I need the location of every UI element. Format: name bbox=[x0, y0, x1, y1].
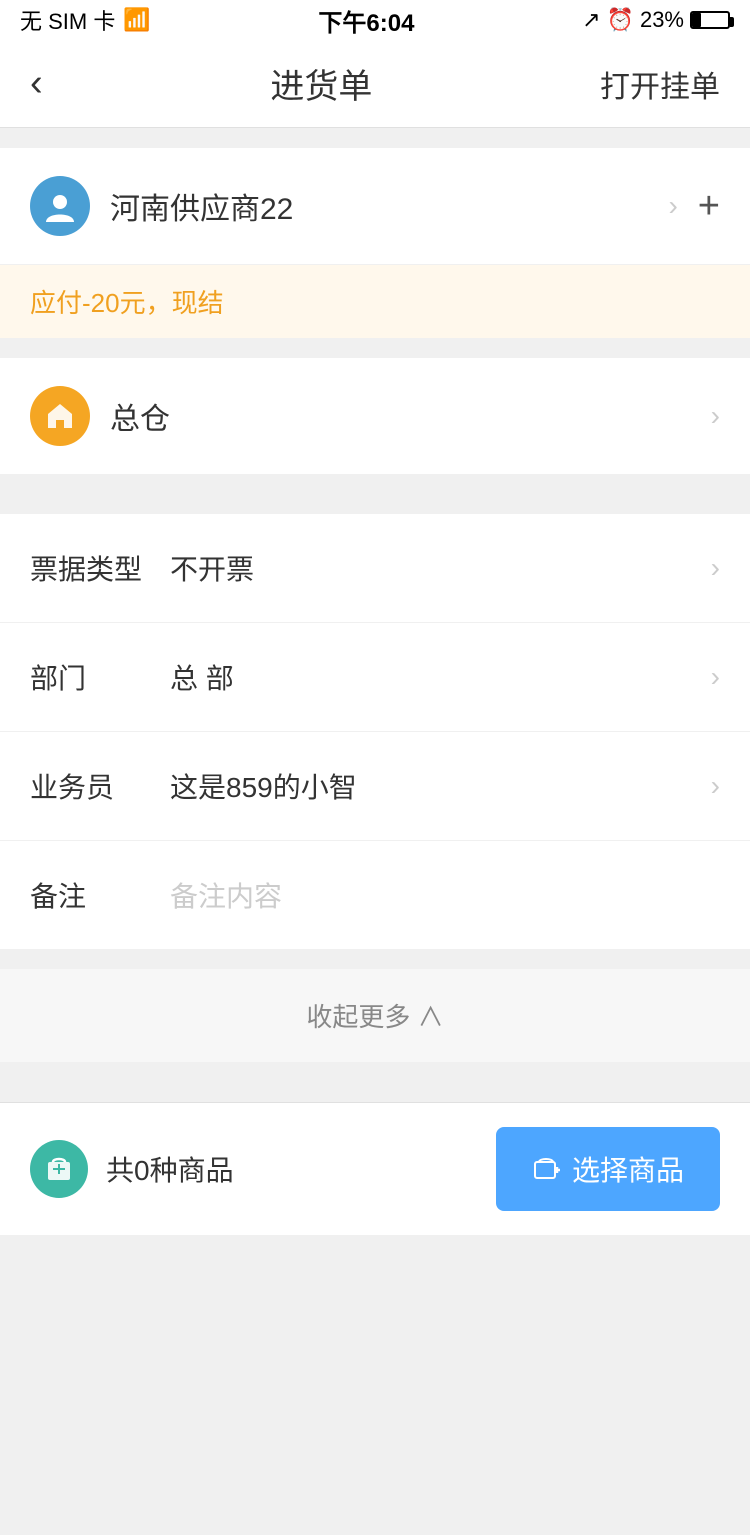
remark-label: 备注 bbox=[30, 875, 150, 915]
alarm-icon: ⏰ bbox=[607, 7, 634, 33]
salesperson-value: 这是859的小智 bbox=[170, 766, 711, 806]
collapse-label: 收起更多 ∧ bbox=[306, 997, 443, 1034]
status-left: 无 SIM 卡 📶 bbox=[20, 4, 151, 36]
warehouse-arrow-icon: › bbox=[711, 400, 720, 432]
warehouse-name: 总仓 bbox=[110, 394, 711, 438]
department-row[interactable]: 部门 总 部 › bbox=[0, 623, 750, 732]
goods-count-label: 共0种商品 bbox=[106, 1149, 496, 1189]
nav-bar: ‹ 进货单 打开挂单 bbox=[0, 40, 750, 128]
supplier-section: 河南供应商22 › + 应付-20元，现结 bbox=[0, 148, 750, 338]
supplier-name: 河南供应商22 bbox=[110, 184, 668, 228]
wifi-icon: 📶 bbox=[123, 7, 150, 33]
salesperson-label: 业务员 bbox=[30, 766, 150, 806]
select-goods-button[interactable]: 选择商品 bbox=[496, 1127, 720, 1211]
remark-row[interactable]: 备注 备注内容 bbox=[0, 841, 750, 949]
warehouse-row[interactable]: 总仓 › bbox=[0, 358, 750, 474]
separator-3 bbox=[0, 474, 750, 494]
battery-icon bbox=[690, 11, 730, 29]
supplier-avatar bbox=[30, 176, 90, 236]
location-icon: ↗ bbox=[582, 7, 600, 33]
back-button[interactable]: ‹ bbox=[30, 62, 43, 105]
status-bar: 无 SIM 卡 📶 下午6:04 ↗ ⏰ 23% bbox=[0, 0, 750, 40]
invoice-type-row[interactable]: 票据类型 不开票 › bbox=[0, 514, 750, 623]
select-goods-label: 选择商品 bbox=[572, 1149, 684, 1189]
warehouse-section: 总仓 › bbox=[0, 358, 750, 474]
invoice-type-arrow-icon: › bbox=[711, 552, 720, 584]
select-goods-icon bbox=[532, 1154, 562, 1184]
goods-icon bbox=[30, 1140, 88, 1198]
goods-bottom-bar: 共0种商品 选择商品 bbox=[0, 1102, 750, 1235]
department-arrow-icon: › bbox=[711, 661, 720, 693]
carrier-text: 无 SIM 卡 bbox=[20, 4, 115, 36]
supplier-row[interactable]: 河南供应商22 › + bbox=[0, 148, 750, 265]
invoice-type-label: 票据类型 bbox=[30, 548, 150, 588]
salesperson-arrow-icon: › bbox=[711, 770, 720, 802]
open-pending-button[interactable]: 打开挂单 bbox=[600, 62, 720, 106]
invoice-type-value: 不开票 bbox=[170, 548, 711, 588]
remark-input[interactable]: 备注内容 bbox=[170, 875, 720, 915]
collapse-button[interactable]: 收起更多 ∧ bbox=[0, 969, 750, 1062]
page-title: 进货单 bbox=[270, 59, 372, 108]
status-right: ↗ ⏰ 23% bbox=[582, 7, 730, 33]
department-label: 部门 bbox=[30, 657, 150, 697]
separator-1 bbox=[0, 128, 750, 148]
page-background bbox=[0, 1235, 750, 1535]
status-time: 下午6:04 bbox=[318, 3, 414, 38]
battery-text: 23% bbox=[640, 7, 684, 33]
department-value: 总 部 bbox=[170, 657, 711, 697]
supplier-arrow-icon: › bbox=[668, 190, 677, 222]
separator-2 bbox=[0, 338, 750, 358]
form-section: 票据类型 不开票 › 部门 总 部 › 业务员 这是859的小智 › 备注 备注… bbox=[0, 514, 750, 949]
add-supplier-button[interactable]: + bbox=[698, 185, 720, 228]
payment-notice: 应付-20元，现结 bbox=[0, 265, 750, 338]
separator-4 bbox=[0, 1062, 750, 1082]
warehouse-icon bbox=[30, 386, 90, 446]
salesperson-row[interactable]: 业务员 这是859的小智 › bbox=[0, 732, 750, 841]
